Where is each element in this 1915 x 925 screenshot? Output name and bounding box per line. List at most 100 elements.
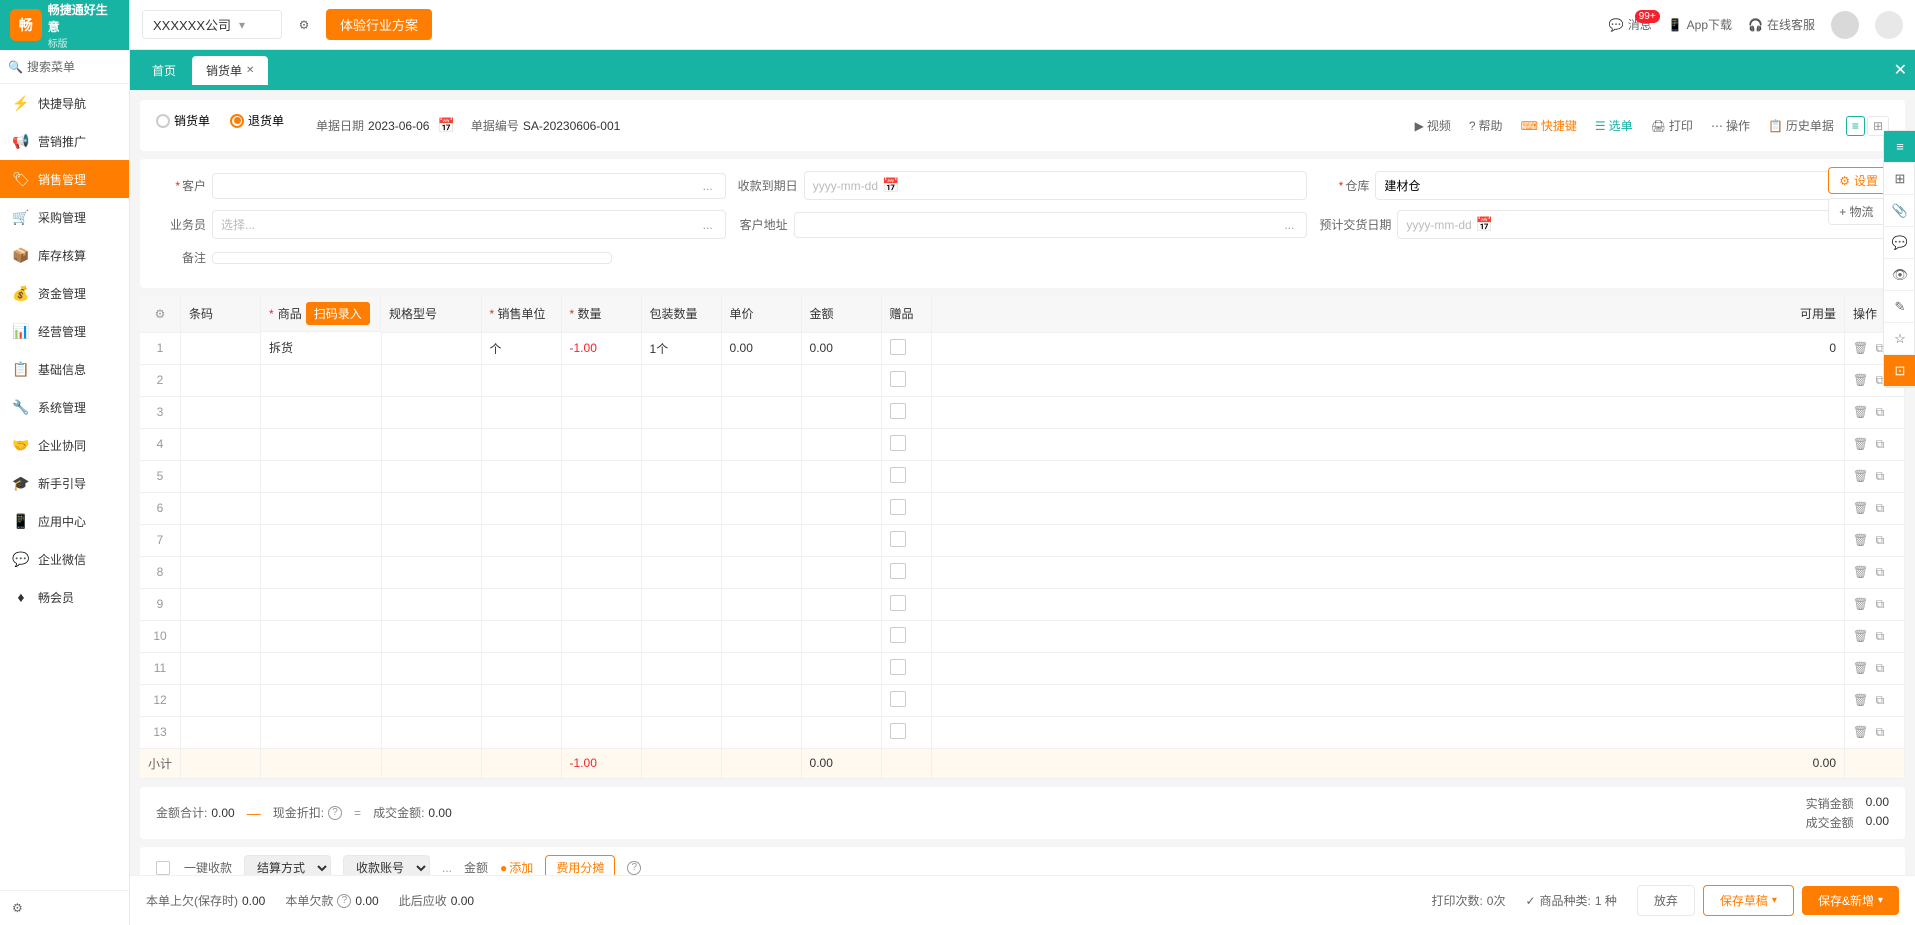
row-amount-9[interactable] xyxy=(801,588,881,620)
sidebar-settings-btn[interactable]: ⚙ xyxy=(0,891,129,925)
salesperson-input[interactable]: 选择... ... xyxy=(212,210,726,239)
row-barcode-10[interactable] xyxy=(181,620,261,652)
row-price-4[interactable] xyxy=(721,428,801,460)
abandon-button[interactable]: 放弃 xyxy=(1637,885,1695,916)
gift-checkbox-2[interactable] xyxy=(890,371,906,387)
row-copy-11[interactable]: ⧉ xyxy=(1876,661,1885,675)
calendar-icon-due[interactable]: 📅 xyxy=(882,177,899,194)
row-product-1[interactable]: 拆货 xyxy=(261,332,382,364)
row-gift-12[interactable] xyxy=(881,684,931,716)
toolbar-history-btn[interactable]: 📋 历史单据 xyxy=(1762,114,1840,137)
gift-checkbox-8[interactable] xyxy=(890,563,906,579)
toolbar-select-btn[interactable]: ☰ 选单 xyxy=(1589,114,1639,137)
row-price-1[interactable]: 0.00 xyxy=(721,332,801,364)
sidebar-item-operations[interactable]: 📊经营管理 xyxy=(0,312,129,350)
row-barcode-3[interactable] xyxy=(181,396,261,428)
gift-checkbox-9[interactable] xyxy=(890,595,906,611)
right-tool-edit[interactable]: ✎ xyxy=(1884,291,1915,323)
gift-checkbox-4[interactable] xyxy=(890,435,906,451)
row-qty-5[interactable] xyxy=(561,460,641,492)
row-pack-1[interactable]: 1个 xyxy=(641,332,721,364)
row-price-13[interactable] xyxy=(721,716,801,748)
right-tool-star[interactable]: ☆ xyxy=(1884,323,1915,355)
row-product-3[interactable] xyxy=(261,396,382,428)
row-product-13[interactable] xyxy=(261,716,382,748)
row-barcode-4[interactable] xyxy=(181,428,261,460)
row-amount-10[interactable] xyxy=(801,620,881,652)
row-gift-6[interactable] xyxy=(881,492,931,524)
toolbar-ops-btn[interactable]: ⋯ 操作 xyxy=(1705,114,1756,137)
row-spec-2[interactable] xyxy=(381,364,481,396)
row-pack-5[interactable] xyxy=(641,460,721,492)
row-amount-13[interactable] xyxy=(801,716,881,748)
payment-account-dots[interactable]: ... xyxy=(442,861,452,875)
row-price-12[interactable] xyxy=(721,684,801,716)
row-qty-3[interactable] xyxy=(561,396,641,428)
row-copy-9[interactable]: ⧉ xyxy=(1876,597,1885,611)
gift-checkbox-13[interactable] xyxy=(890,723,906,739)
save-draft-chevron[interactable]: ▾ xyxy=(1772,895,1777,906)
row-amount-7[interactable] xyxy=(801,524,881,556)
row-qty-4[interactable] xyxy=(561,428,641,460)
salesperson-dots[interactable]: ... xyxy=(699,218,717,232)
row-qty-6[interactable] xyxy=(561,492,641,524)
row-spec-7[interactable] xyxy=(381,524,481,556)
row-amount-4[interactable] xyxy=(801,428,881,460)
gift-checkbox-10[interactable] xyxy=(890,627,906,643)
row-pack-3[interactable] xyxy=(641,396,721,428)
sidebar-item-quick-nav[interactable]: ⚡快捷导航 xyxy=(0,84,129,122)
row-copy-4[interactable]: ⧉ xyxy=(1876,437,1885,451)
radio-sales[interactable]: 销货单 xyxy=(156,112,210,129)
row-copy-5[interactable]: ⧉ xyxy=(1876,469,1885,483)
sidebar-item-sales[interactable]: 🏷销售管理 xyxy=(0,160,129,198)
row-amount-3[interactable] xyxy=(801,396,881,428)
row-unit-5[interactable] xyxy=(481,460,561,492)
row-copy-8[interactable]: ⧉ xyxy=(1876,565,1885,579)
row-qty-9[interactable] xyxy=(561,588,641,620)
sidebar-item-purchase[interactable]: 🛒采购管理 xyxy=(0,198,129,236)
sidebar-item-basic[interactable]: 📋基础信息 xyxy=(0,350,129,388)
row-spec-12[interactable] xyxy=(381,684,481,716)
row-qty-11[interactable] xyxy=(561,652,641,684)
addr-dots[interactable]: ... xyxy=(1280,218,1298,232)
row-price-8[interactable] xyxy=(721,556,801,588)
row-gift-10[interactable] xyxy=(881,620,931,652)
settings-corner-btn[interactable]: ⚙ 设置 xyxy=(1828,167,1889,194)
toolbar-help-btn[interactable]: ? 帮助 xyxy=(1463,114,1509,137)
row-gift-7[interactable] xyxy=(881,524,931,556)
row-price-10[interactable] xyxy=(721,620,801,652)
right-tool-comment[interactable]: 💬 xyxy=(1884,227,1915,259)
calendar-icon-date[interactable]: 📅 xyxy=(437,117,454,134)
row-delete-6[interactable]: 🗑 xyxy=(1853,501,1868,515)
row-unit-2[interactable] xyxy=(481,364,561,396)
sidebar-search[interactable]: 🔍 搜索菜单 xyxy=(0,50,129,84)
row-gift-4[interactable] xyxy=(881,428,931,460)
row-price-6[interactable] xyxy=(721,492,801,524)
row-qty-13[interactable] xyxy=(561,716,641,748)
row-amount-8[interactable] xyxy=(801,556,881,588)
row-product-4[interactable] xyxy=(261,428,382,460)
row-delete-8[interactable]: 🗑 xyxy=(1853,565,1868,579)
row-amount-12[interactable] xyxy=(801,684,881,716)
row-price-3[interactable] xyxy=(721,396,801,428)
row-delete-11[interactable]: 🗑 xyxy=(1853,661,1868,675)
toolbar-print-btn[interactable]: 🖨 打印 xyxy=(1645,114,1699,137)
row-delete-4[interactable]: 🗑 xyxy=(1853,437,1868,451)
save-new-button[interactable]: 保存&新增 ▾ xyxy=(1802,886,1899,915)
row-unit-8[interactable] xyxy=(481,556,561,588)
row-barcode-2[interactable] xyxy=(181,364,261,396)
customer-addr-input[interactable]: ... xyxy=(794,212,1308,238)
header-gear-button[interactable]: ⚙ xyxy=(290,11,318,39)
row-pack-2[interactable] xyxy=(641,364,721,396)
row-unit-4[interactable] xyxy=(481,428,561,460)
row-barcode-1[interactable] xyxy=(181,332,261,364)
row-unit-11[interactable] xyxy=(481,652,561,684)
row-price-11[interactable] xyxy=(721,652,801,684)
scan-input-button[interactable]: 扫码录入 xyxy=(306,302,370,325)
row-spec-4[interactable] xyxy=(381,428,481,460)
row-product-5[interactable] xyxy=(261,460,382,492)
gift-checkbox-11[interactable] xyxy=(890,659,906,675)
row-gift-11[interactable] xyxy=(881,652,931,684)
note-input[interactable] xyxy=(212,252,612,264)
row-barcode-5[interactable] xyxy=(181,460,261,492)
